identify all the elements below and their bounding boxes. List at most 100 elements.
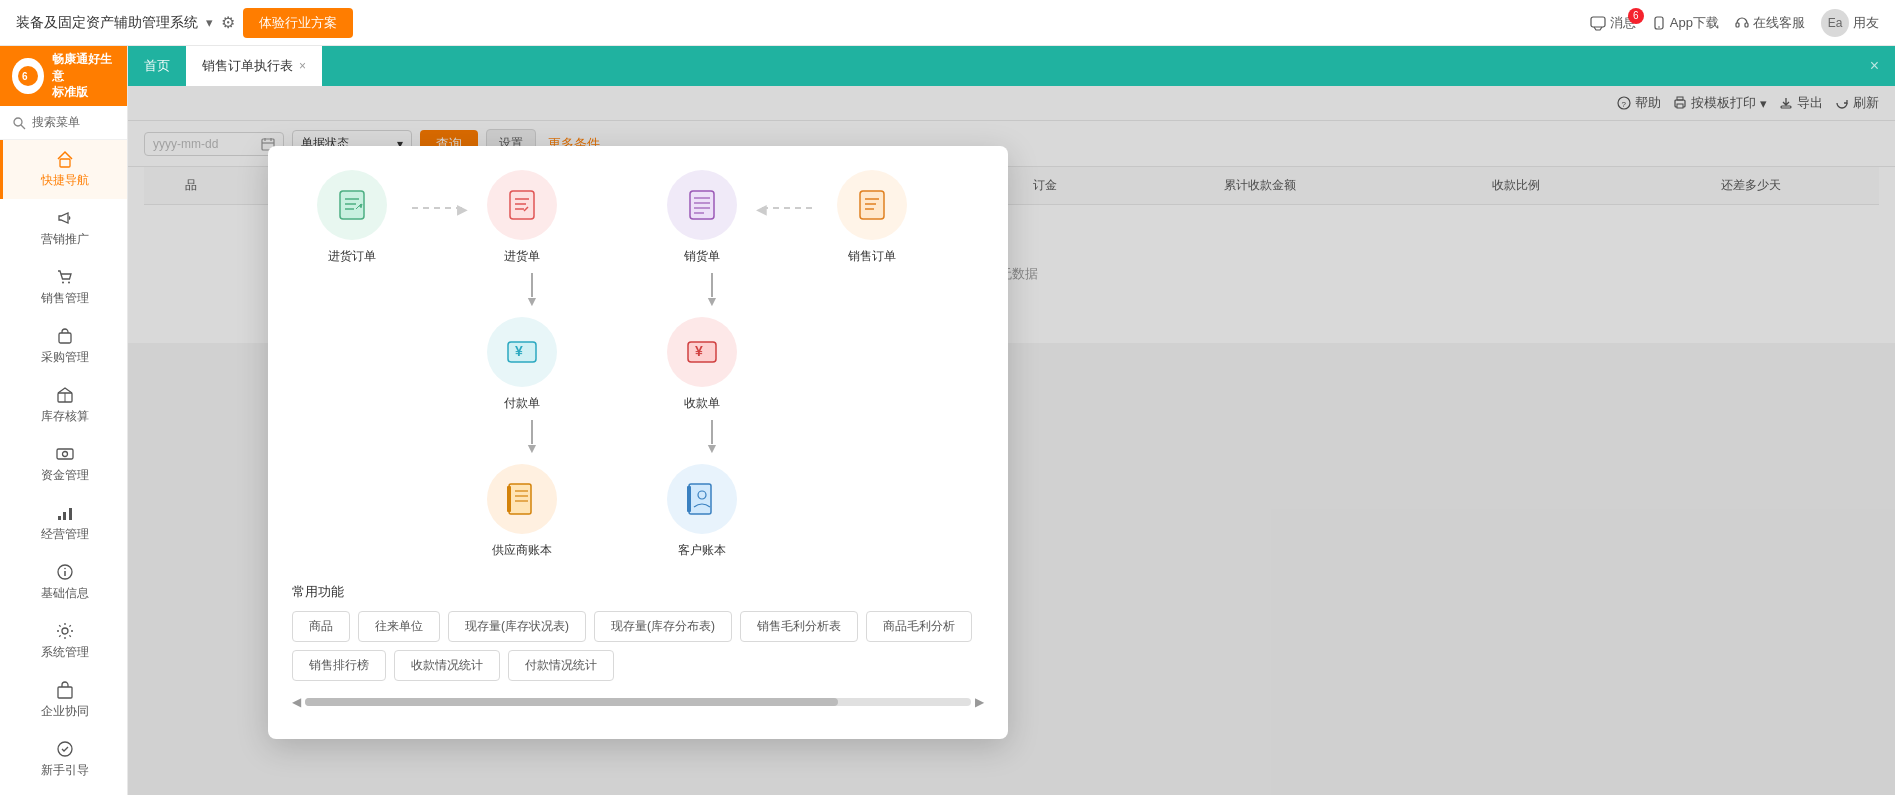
top-bar-right: 消息 6 App下载 在线客服 Ea 用友 xyxy=(1590,9,1879,37)
brand-icon: 6 xyxy=(17,65,39,87)
sidebar-item-quick-nav[interactable]: 快捷导航 xyxy=(0,140,127,199)
flow-circle-receipt-bill: ¥ xyxy=(667,317,737,387)
top-bar-left: 装备及固定资产辅助管理系统 ▾ ⚙ 体验行业方案 xyxy=(16,8,1590,38)
message-badge: 6 xyxy=(1628,8,1644,24)
scroll-right-button[interactable]: ▶ xyxy=(975,695,984,709)
customer-ledger-label: 客户账本 xyxy=(678,542,726,559)
scroll-left-button[interactable]: ◀ xyxy=(292,695,301,709)
scroll-track[interactable] xyxy=(305,698,971,706)
phone-icon xyxy=(1652,16,1666,30)
flow-row-1: 进货订单 ▶ xyxy=(292,170,932,265)
headset-icon xyxy=(1735,16,1749,30)
svg-text:¥: ¥ xyxy=(695,343,703,359)
flow-circle-purchase-bill xyxy=(487,170,557,240)
sidebar-item-label: 企业协同 xyxy=(41,703,89,720)
flow-circle-supplier-ledger xyxy=(487,464,557,534)
sales-bill-label: 销货单 xyxy=(684,248,720,265)
common-btn-stock-dist[interactable]: 现存量(库存分布表) xyxy=(594,611,732,642)
dropdown-arrow-icon[interactable]: ▾ xyxy=(206,15,213,30)
common-btn-sales-profit[interactable]: 销售毛利分析表 xyxy=(740,611,858,642)
svg-rect-18 xyxy=(63,512,66,520)
sidebar-item-marketing[interactable]: 营销推广 xyxy=(0,199,127,258)
purchase-bill-icon xyxy=(504,187,540,223)
info-icon xyxy=(56,563,74,581)
app-download-button[interactable]: App下载 xyxy=(1652,14,1719,32)
megaphone-icon xyxy=(56,209,74,227)
sidebar-item-label: 销售管理 xyxy=(41,290,89,307)
flow-item-receipt-bill[interactable]: ¥ 收款单 xyxy=(642,317,762,412)
sidebar-item-purchase[interactable]: 采购管理 xyxy=(0,317,127,376)
common-btn-stock-status[interactable]: 现存量(库存状况表) xyxy=(448,611,586,642)
sidebar-item-finance[interactable]: 资金管理 xyxy=(0,435,127,494)
svg-rect-15 xyxy=(57,449,73,459)
common-btns-row-2: 销售排行榜 收款情况统计 付款情况统计 xyxy=(292,650,984,681)
sidebar-item-label: 基础信息 xyxy=(41,585,89,602)
flow-arrow-1: ▶ xyxy=(412,207,462,209)
flow-item-sales-order[interactable]: 销售订单 xyxy=(812,170,932,265)
sidebar-item-newbie[interactable]: 新手引导 xyxy=(0,730,127,789)
svg-text:¥: ¥ xyxy=(515,343,523,359)
trial-button[interactable]: 体验行业方案 xyxy=(243,8,353,38)
sidebar-item-enterprise[interactable]: 企业协同 xyxy=(0,671,127,730)
settings-icon[interactable]: ⚙ xyxy=(221,13,235,32)
sidebar-item-label: 库存核算 xyxy=(41,408,89,425)
flow-circle-customer-ledger xyxy=(667,464,737,534)
sidebar-item-label: 资金管理 xyxy=(41,467,89,484)
common-btn-partners[interactable]: 往来单位 xyxy=(358,611,440,642)
box-icon xyxy=(56,386,74,404)
tab-close-icon[interactable]: × xyxy=(299,59,306,73)
svg-rect-17 xyxy=(58,516,61,520)
tab-home[interactable]: 首页 xyxy=(128,46,186,86)
scroll-thumb[interactable] xyxy=(305,698,838,706)
common-btn-goods[interactable]: 商品 xyxy=(292,611,350,642)
message-button[interactable]: 消息 6 xyxy=(1590,14,1636,32)
online-service-button[interactable]: 在线客服 xyxy=(1735,14,1805,32)
logo-icon: 6 xyxy=(12,58,44,94)
sidebar-item-base-info[interactable]: 基础信息 xyxy=(0,553,127,612)
flow-left-col: 进货订单 ▶ xyxy=(292,170,932,559)
home-icon xyxy=(56,150,74,168)
sidebar-item-inventory[interactable]: 库存核算 xyxy=(0,376,127,435)
main-area: 6 畅康通好生意 标准版 搜索菜单 快捷导航 营销推广 xyxy=(0,46,1895,795)
search-menu-label: 搜索菜单 xyxy=(32,114,80,131)
common-btn-sales-rank[interactable]: 销售排行榜 xyxy=(292,650,386,681)
flow-item-payment-bill[interactable]: ¥ 付款单 xyxy=(462,317,582,412)
svg-rect-63 xyxy=(687,486,691,512)
search-menu-button[interactable]: 搜索菜单 xyxy=(0,106,127,140)
svg-rect-9 xyxy=(60,159,70,167)
flow-circle-sales-order xyxy=(837,170,907,240)
close-all-tabs-icon[interactable]: × xyxy=(1854,57,1895,75)
sidebar-item-sales[interactable]: 销售管理 xyxy=(0,258,127,317)
flow-item-supplier-ledger[interactable]: 供应商账本 xyxy=(462,464,582,559)
payment-bill-icon: ¥ xyxy=(504,334,540,370)
popup-overlay: 进货订单 ▶ xyxy=(128,86,1895,795)
sidebar-item-label: 系统管理 xyxy=(41,644,89,661)
svg-rect-58 xyxy=(507,486,511,512)
enterprise-icon xyxy=(56,681,74,699)
flow-item-purchase-bill[interactable]: 进货单 xyxy=(462,170,582,265)
svg-point-5 xyxy=(18,66,38,86)
purchase-order-icon xyxy=(334,187,370,223)
flow-item-purchase-order[interactable]: 进货订单 xyxy=(292,170,412,265)
svg-point-25 xyxy=(58,742,72,756)
tab-sales-order-exec[interactable]: 销售订单执行表 × xyxy=(186,46,322,86)
user-menu[interactable]: Ea 用友 xyxy=(1821,9,1879,37)
common-btns-row-1: 商品 往来单位 现存量(库存状况表) 现存量(库存分布表) 销售毛利分析表 商品… xyxy=(292,611,984,642)
svg-text:6: 6 xyxy=(22,71,28,82)
svg-rect-44 xyxy=(690,191,714,219)
message-icon xyxy=(1590,15,1606,31)
sidebar-item-system[interactable]: 系统管理 xyxy=(0,612,127,671)
search-icon xyxy=(12,116,26,130)
common-btn-receipt-stats[interactable]: 收款情况统计 xyxy=(394,650,500,681)
app-download-label: App下载 xyxy=(1670,14,1719,32)
flow-item-sales-bill[interactable]: 销货单 xyxy=(642,170,762,265)
common-btn-goods-profit[interactable]: 商品毛利分析 xyxy=(866,611,972,642)
svg-point-16 xyxy=(63,452,68,457)
flow-item-customer-ledger[interactable]: 客户账本 xyxy=(642,464,762,559)
svg-rect-57 xyxy=(509,484,531,514)
sidebar: 6 畅康通好生意 标准版 搜索菜单 快捷导航 营销推广 xyxy=(0,46,128,795)
sidebar-item-operations[interactable]: 经营管理 xyxy=(0,494,127,553)
sidebar-item-label: 采购管理 xyxy=(41,349,89,366)
common-btn-payment-stats[interactable]: 付款情况统计 xyxy=(508,650,614,681)
sales-order-icon xyxy=(854,187,890,223)
